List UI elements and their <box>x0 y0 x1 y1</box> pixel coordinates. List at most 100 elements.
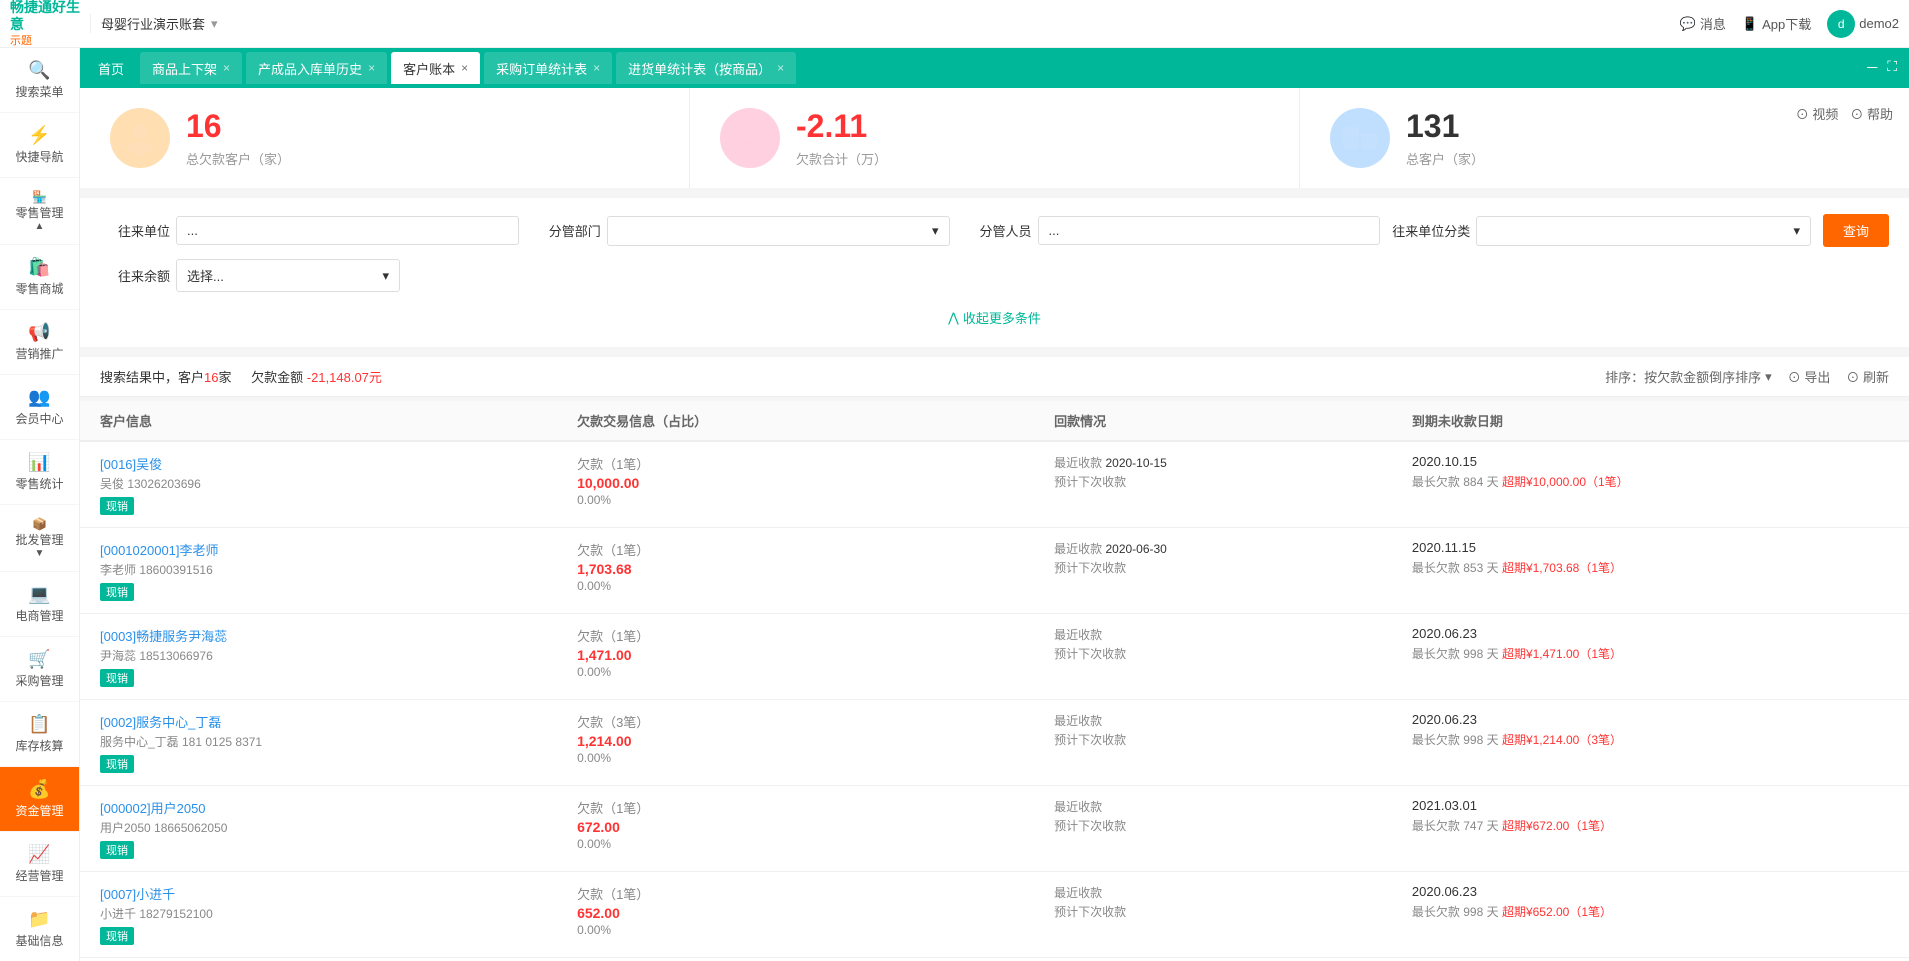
debt-count: 欠款（1笔） <box>577 626 1054 645</box>
filter-balance: 往来余额 选择... ▾ <box>100 259 400 292</box>
customer-name[interactable]: [0003]畅捷服务尹海蕊 <box>100 626 577 645</box>
sidebar-item-retail-stats[interactable]: 📊 零售统计 <box>0 440 79 505</box>
overdue-link[interactable]: 超期¥652.00（1笔） <box>1502 905 1612 919</box>
tab-production-history[interactable]: 产成品入库单历史 × <box>246 52 387 84</box>
customer-tag: 现销 <box>100 583 134 601</box>
result-text: 搜索结果中，客户16家 <box>100 370 232 385</box>
sort-label: 排序：按欠款金额倒序排序 <box>1605 367 1761 386</box>
debt-count: 欠款（1笔） <box>577 798 1054 817</box>
overdue-link[interactable]: 超期¥1,471.00（1笔） <box>1502 647 1622 661</box>
tab-purchase-stats[interactable]: 采购订单统计表 × <box>484 52 612 84</box>
customer-name[interactable]: [000002]用户2050 <box>100 798 577 817</box>
stat-video-btn[interactable]: ⊙ 视频 <box>1796 104 1839 123</box>
debt-amount: 1,703.68 <box>577 561 1054 577</box>
sidebar-finance-label: 资金管理 <box>4 802 75 819</box>
due-date: 2020.06.23 <box>1412 884 1889 899</box>
tab-production-history-label: 产成品入库单历史 <box>258 59 362 78</box>
sidebar-item-retail-mall[interactable]: 🛍️ 零售商城 <box>0 245 79 310</box>
sidebar-item-marketing[interactable]: 📢 营销推广 <box>0 310 79 375</box>
tab-maximize-icon[interactable]: ⛶ <box>1887 58 1897 78</box>
sidebar-item-ecommerce[interactable]: 💻 电商管理 <box>0 572 79 637</box>
collapse-row[interactable]: ⋀ 收起更多条件 <box>100 304 1889 331</box>
sidebar-retail-stats-label: 零售统计 <box>4 475 75 492</box>
tab-goods-shelf-close[interactable]: × <box>223 61 230 75</box>
tab-home[interactable]: 首页 <box>86 52 136 84</box>
tab-goods-shelf[interactable]: 商品上下架 × <box>140 52 242 84</box>
sidebar-retail-mall-label: 零售商城 <box>4 280 75 297</box>
tab-stock-stats[interactable]: 进货单统计表（按商品） × <box>616 52 796 84</box>
overdue-link[interactable]: 超期¥672.00（1笔） <box>1502 819 1612 833</box>
sidebar-item-inventory[interactable]: 📋 库存核算 <box>0 702 79 767</box>
finance-icon: 💰 <box>4 779 75 800</box>
tab-production-history-close[interactable]: × <box>368 61 375 75</box>
tab-stock-stats-close[interactable]: × <box>777 61 784 75</box>
marketing-icon: 📢 <box>4 322 75 343</box>
sidebar-inventory-label: 库存核算 <box>4 737 75 754</box>
stat-card-customers: 16 总欠款客户（家） <box>80 88 690 188</box>
store-selector[interactable]: 母婴行业演示账套 ▾ <box>90 14 240 33</box>
overdue-info: 最长欠款 998 天 超期¥652.00（1笔） <box>1412 903 1889 920</box>
customer-tag: 现销 <box>100 497 134 515</box>
export-label: 导出 <box>1804 370 1830 385</box>
customer-phone: 尹海蕊 18513066976 <box>100 647 577 664</box>
tab-customer-account-close[interactable]: × <box>461 61 468 75</box>
retail-mall-icon: 🛍️ <box>4 257 75 278</box>
filter-area: 往来单位 ... 分管部门 ▾ 分管人员 <box>80 198 1909 347</box>
sidebar-item-member[interactable]: 👥 会员中心 <box>0 375 79 440</box>
return-last: 最近收款 <box>1054 626 1412 643</box>
sidebar-item-search[interactable]: 🔍 搜索菜单 <box>0 48 79 113</box>
customer-name[interactable]: [0007]小进千 <box>100 884 577 903</box>
sidebar-item-operations[interactable]: 📈 经营管理 <box>0 832 79 897</box>
sidebar-item-purchase[interactable]: 🛒 采购管理 <box>0 637 79 702</box>
tab-customer-account[interactable]: 客户账本 × <box>391 52 480 84</box>
return-info: 最近收款 预计下次收款 <box>1054 884 1412 920</box>
overdue-link[interactable]: 超期¥1,214.00（3笔） <box>1502 733 1622 747</box>
filter-balance-value: 选择... <box>187 266 224 285</box>
tab-purchase-stats-close[interactable]: × <box>593 61 600 75</box>
app-download-btn[interactable]: 📱 App下载 <box>1742 14 1811 33</box>
filter-category: 往来单位分类 ▾ <box>1392 216 1811 246</box>
customer-name[interactable]: [0001020001]李老师 <box>100 540 577 559</box>
refresh-icon: ⊙ <box>1846 370 1859 385</box>
search-icon: 🔍 <box>4 60 75 81</box>
overdue-link[interactable]: 超期¥1,703.68（1笔） <box>1502 561 1622 575</box>
sidebar-retail-label: 零售管理 <box>15 204 63 221</box>
stat-total-info: 131 总客户（家） <box>1406 108 1484 168</box>
sidebar-ecommerce-label: 电商管理 <box>4 607 75 624</box>
sidebar-item-basic-info[interactable]: 📁 基础信息 <box>0 897 79 961</box>
sidebar-item-retail-mgmt[interactable]: 🏪 零售管理 ▲ <box>0 178 79 245</box>
stat-customers-icon <box>110 108 170 168</box>
sidebar-item-wholesale[interactable]: 📦 批发管理 ▼ <box>0 505 79 572</box>
filter-balance-chevron-icon: ▾ <box>382 268 389 284</box>
sidebar-item-quick-nav[interactable]: ⚡ 快捷导航 <box>0 113 79 178</box>
user-profile[interactable]: d demo2 <box>1827 10 1899 38</box>
customer-phone: 用户2050 18665062050 <box>100 819 577 836</box>
filter-person-input[interactable]: ... <box>1038 216 1381 245</box>
customer-info: [0007]小进千 小进千 18279152100 现销 <box>100 884 577 945</box>
message-icon: 💬 <box>1680 16 1696 32</box>
table-header: 客户信息 欠款交易信息（占比） 回款情况 到期未收款日期 <box>80 401 1909 442</box>
filter-partner-input[interactable]: ... <box>176 216 519 245</box>
tab-minimize-icon[interactable]: － <box>1865 58 1879 78</box>
refresh-btn[interactable]: ⊙ 刷新 <box>1846 367 1889 386</box>
customer-name[interactable]: [0002]服务中心_丁磊 <box>100 712 577 731</box>
export-btn[interactable]: ⊙ 导出 <box>1788 367 1831 386</box>
overdue-link[interactable]: 超期¥10,000.00（1笔） <box>1502 475 1629 489</box>
return-last: 最近收款 <box>1054 884 1412 901</box>
filter-person: 分管人员 ... <box>962 216 1381 245</box>
wholesale-icon: 📦 <box>32 517 47 531</box>
sidebar-item-finance[interactable]: 💰 资金管理 <box>0 767 79 832</box>
customer-info: [000002]用户2050 用户2050 18665062050 现销 <box>100 798 577 859</box>
message-btn[interactable]: 💬 消息 <box>1680 14 1726 33</box>
filter-category-select[interactable]: ▾ <box>1476 216 1811 246</box>
customer-phone: 小进千 18279152100 <box>100 905 577 922</box>
stat-help-btn[interactable]: ⊙ 帮助 <box>1850 104 1893 123</box>
filter-balance-select[interactable]: 选择... ▾ <box>176 259 400 292</box>
query-button[interactable]: 查询 <box>1823 214 1889 247</box>
sort-selector[interactable]: 排序：按欠款金额倒序排序 ▾ <box>1605 367 1772 386</box>
customer-name[interactable]: [0016]吴俊 <box>100 454 577 473</box>
sidebar-member-label: 会员中心 <box>4 410 75 427</box>
stat-debt-info: -2.11 欠款合计（万） <box>796 108 887 168</box>
filter-dept-select[interactable]: ▾ <box>607 216 950 246</box>
return-next: 预计下次收款 <box>1054 473 1412 490</box>
